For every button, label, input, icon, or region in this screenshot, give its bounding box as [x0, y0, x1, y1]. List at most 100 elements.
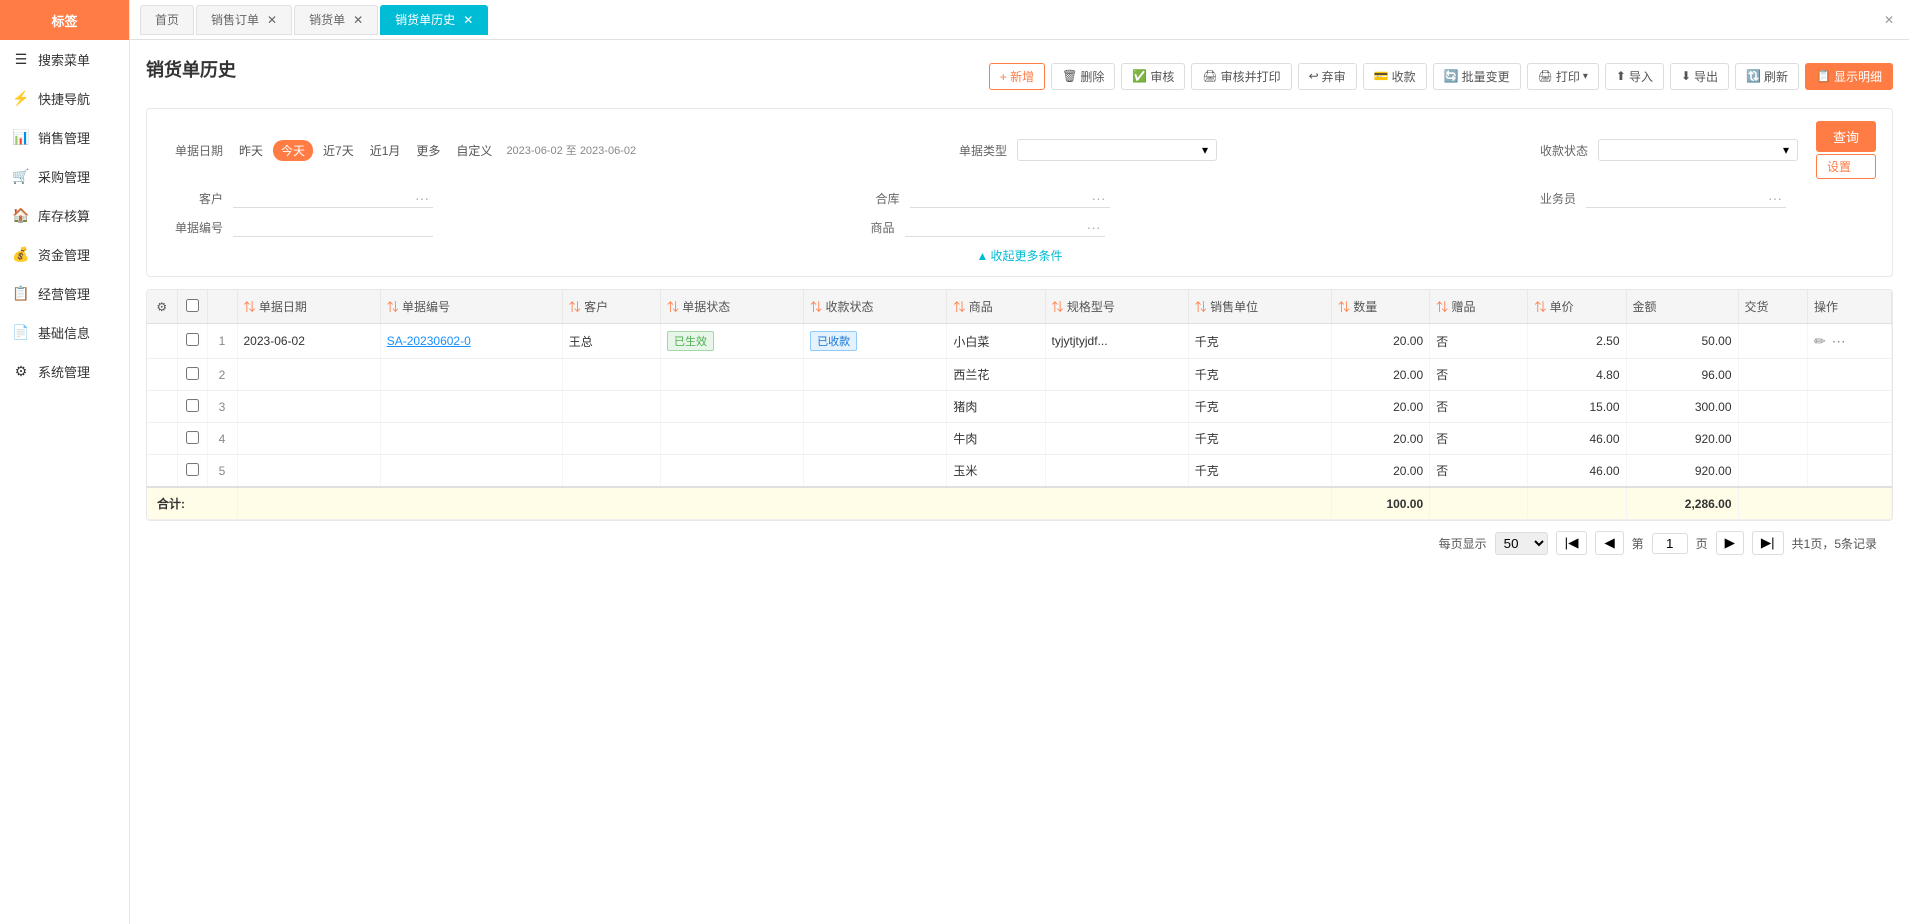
date-tab-today[interactable]: 今天	[273, 140, 313, 161]
row-doc-no[interactable]	[380, 391, 562, 423]
pay-status-chevron: ▾	[1783, 143, 1789, 157]
table-row: 3 猪肉 千克 20.00 否 15.00 300.00	[147, 391, 1892, 423]
row-select-checkbox[interactable]	[186, 367, 199, 380]
sidebar-item-purchase-mgmt[interactable]: 🛒 采购管理	[0, 157, 129, 196]
row-select-checkbox[interactable]	[186, 399, 199, 412]
sidebar-item-stock-calc[interactable]: 🏠 库存核算	[0, 196, 129, 235]
tab-home[interactable]: 首页	[140, 5, 194, 35]
col-spec-type[interactable]: ⇅ 规格型号	[1045, 290, 1188, 324]
per-page-select[interactable]: 50 100 200	[1495, 532, 1548, 555]
goods-dots[interactable]: ···	[1087, 219, 1101, 235]
new-button[interactable]: + 新增	[989, 63, 1045, 90]
col-doc-status[interactable]: ⇅ 单据状态	[660, 290, 803, 324]
customer-input[interactable]	[233, 189, 413, 207]
page-input[interactable]	[1652, 533, 1688, 554]
date-tab-custom[interactable]: 自定义	[450, 140, 498, 161]
row-select-checkbox[interactable]	[186, 431, 199, 444]
next-page-btn[interactable]: ▶	[1716, 531, 1744, 555]
row-settings	[147, 391, 177, 423]
first-page-btn[interactable]: |◀	[1556, 531, 1588, 555]
col-unit-price[interactable]: ⇅ 单价	[1528, 290, 1626, 324]
doc-type-select[interactable]: ▾	[1017, 139, 1217, 161]
review-button[interactable]: ✅ 审核	[1121, 63, 1185, 90]
row-checkbox[interactable]	[177, 391, 207, 423]
row-spec-type	[1045, 423, 1188, 455]
sidebar-item-finance-mgmt[interactable]: 💰 资金管理	[0, 235, 129, 274]
row-customer	[562, 359, 660, 391]
col-doc-no[interactable]: ⇅ 单据编号	[380, 290, 562, 324]
sidebar-item-ops-mgmt[interactable]: 📋 经营管理	[0, 274, 129, 313]
row-gift: 否	[1430, 455, 1528, 488]
row-checkbox[interactable]	[177, 359, 207, 391]
date-tab-more[interactable]: 更多	[410, 140, 446, 161]
col-checkbox[interactable]	[177, 290, 207, 324]
row-checkbox[interactable]	[177, 455, 207, 488]
col-sales-unit[interactable]: ⇅ 销售单位	[1188, 290, 1331, 324]
tab-sales-goods[interactable]: 销货单 ✕	[294, 5, 378, 35]
collect-button[interactable]: 💳 收款	[1363, 63, 1427, 90]
sidebar-item-sys-mgmt[interactable]: ⚙ 系统管理	[0, 352, 129, 391]
batch-change-button[interactable]: 🔄 批量变更	[1433, 63, 1521, 90]
tab-sales-history-close[interactable]: ✕	[463, 13, 473, 27]
row-action	[1807, 455, 1891, 488]
select-all-checkbox[interactable]	[186, 299, 199, 312]
goods-input[interactable]	[905, 218, 1085, 236]
print-button[interactable]: 🖨 打印 ▾	[1527, 63, 1599, 90]
col-gift[interactable]: ⇅ 赠品	[1430, 290, 1528, 324]
row-checkbox[interactable]	[177, 324, 207, 359]
tab-sales-goods-close[interactable]: ✕	[353, 13, 363, 27]
row-select-checkbox[interactable]	[186, 463, 199, 476]
query-button[interactable]: 查询	[1816, 121, 1876, 152]
prev-page-btn[interactable]: ◀	[1595, 531, 1623, 555]
print-review-button[interactable]: 🖨 审核并打印	[1191, 63, 1291, 90]
sidebar-item-sales-mgmt[interactable]: 📊 销售管理	[0, 118, 129, 157]
tab-sales-history[interactable]: 销货单历史 ✕	[380, 5, 488, 35]
import-button[interactable]: ⬆ 导入	[1605, 63, 1664, 90]
warehouse-dots[interactable]: ···	[1092, 190, 1106, 206]
pay-status-select[interactable]: ▾	[1598, 139, 1798, 161]
collapse-button[interactable]: ▲ 收起更多条件	[977, 247, 1063, 264]
window-close-btn[interactable]: ✕	[1879, 10, 1899, 30]
setting-button[interactable]: 设置	[1816, 154, 1876, 179]
date-tab-yesterday[interactable]: 昨天	[233, 140, 269, 161]
row-quantity: 20.00	[1331, 423, 1429, 455]
row-gift: 否	[1430, 359, 1528, 391]
col-settings[interactable]: ⚙	[147, 290, 177, 324]
basic-info-icon: 📄	[12, 324, 30, 342]
col-goods[interactable]: ⇅ 商品	[947, 290, 1045, 324]
delete-button[interactable]: 🗑 删除	[1051, 63, 1115, 90]
col-doc-date[interactable]: ⇅ 单据日期	[237, 290, 380, 324]
customer-dots[interactable]: ···	[415, 190, 429, 206]
edit-icon[interactable]: ✏	[1814, 333, 1826, 350]
abandon-button[interactable]: ↩ 弃审	[1298, 63, 1357, 90]
row-doc-no[interactable]	[380, 455, 562, 488]
more-icon[interactable]: ⋯	[1832, 333, 1846, 350]
show-detail-button[interactable]: 📋 显示明细	[1805, 63, 1893, 90]
business-dots[interactable]: ···	[1768, 190, 1782, 206]
col-customer[interactable]: ⇅ 客户	[562, 290, 660, 324]
business-input[interactable]	[1586, 189, 1766, 207]
export-button[interactable]: ⬇ 导出	[1670, 63, 1729, 90]
doc-no-input[interactable]	[233, 218, 433, 237]
col-quantity[interactable]: ⇅ 数量	[1331, 290, 1429, 324]
row-transaction	[1738, 455, 1807, 488]
row-doc-no[interactable]	[380, 359, 562, 391]
last-page-btn[interactable]: ▶|	[1752, 531, 1784, 555]
sidebar-item-quick-nav[interactable]: ⚡ 快捷导航	[0, 79, 129, 118]
row-checkbox[interactable]	[177, 423, 207, 455]
date-tab-7days[interactable]: 近7天	[317, 140, 360, 161]
row-doc-no[interactable]	[380, 423, 562, 455]
pay-status-label: 收款状态	[1528, 142, 1588, 159]
date-tab-1month[interactable]: 近1月	[364, 140, 407, 161]
tab-sales-order[interactable]: 销售订单 ✕	[196, 5, 292, 35]
refresh-button[interactable]: 🔃 刷新	[1735, 63, 1799, 90]
warehouse-label: 合库	[840, 190, 900, 207]
sidebar-item-search-menu[interactable]: ☰ 搜索菜单	[0, 40, 129, 79]
row-doc-no[interactable]: SA-20230602-0	[380, 324, 562, 359]
warehouse-input[interactable]	[910, 189, 1090, 207]
tab-sales-order-close[interactable]: ✕	[267, 13, 277, 27]
row-select-checkbox[interactable]	[186, 333, 199, 346]
sidebar-item-basic-info[interactable]: 📄 基础信息	[0, 313, 129, 352]
row-action	[1807, 359, 1891, 391]
col-pay-status[interactable]: ⇅ 收款状态	[804, 290, 947, 324]
